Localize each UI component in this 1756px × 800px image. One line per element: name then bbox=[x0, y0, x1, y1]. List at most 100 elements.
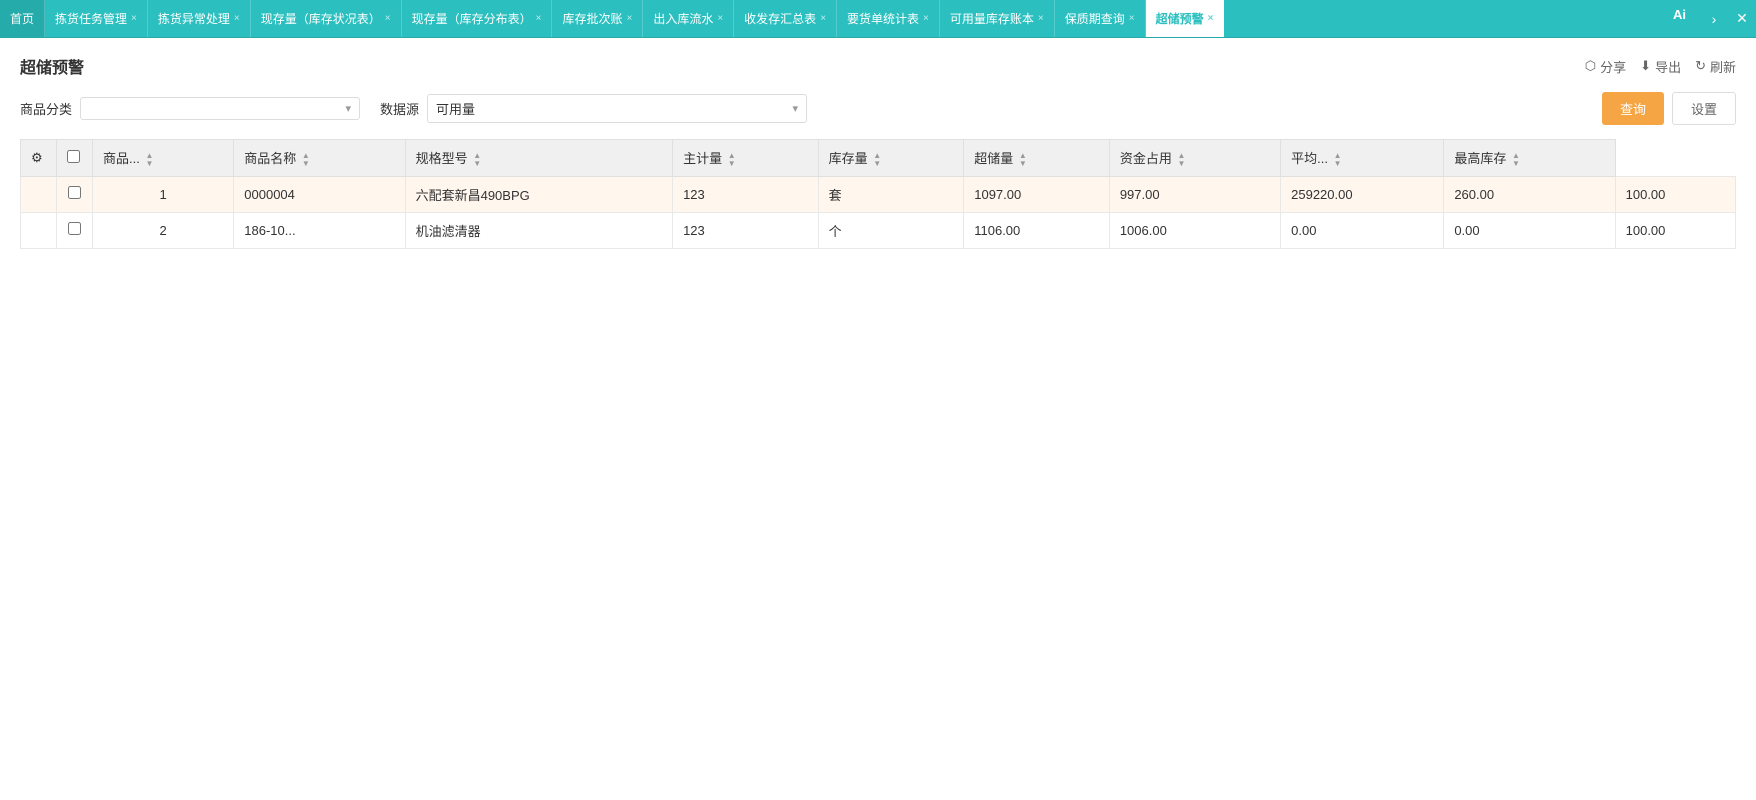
spec-model-cell: 123 bbox=[673, 212, 819, 248]
col-max-stock-label: 最高库存 bbox=[1454, 151, 1506, 166]
nav-close-button[interactable]: ✕ bbox=[1728, 0, 1756, 38]
nav-tab-label: 保质期查询 bbox=[1065, 10, 1125, 27]
settings-col-header: ⚙ bbox=[21, 140, 57, 177]
checkbox-cell bbox=[57, 212, 93, 248]
sort-icon-5: ▲▼ bbox=[873, 152, 881, 168]
refresh-icon: ↻ bbox=[1695, 58, 1706, 74]
tab-close-icon[interactable]: × bbox=[1129, 13, 1135, 24]
sort-icon-7: ▲▼ bbox=[1177, 152, 1185, 168]
col-stock-qty-label: 库存量 bbox=[829, 151, 868, 166]
share-icon: ⬡ bbox=[1585, 58, 1596, 74]
ai-badge: Ai bbox=[1663, 5, 1696, 24]
col-spec-model[interactable]: 规格型号 ▲▼ bbox=[405, 140, 672, 177]
tab-close-icon[interactable]: × bbox=[717, 13, 723, 24]
query-button[interactable]: 查询 bbox=[1602, 92, 1664, 125]
nav-tab-8[interactable]: 要货单统计表 × bbox=[837, 0, 940, 38]
over-storage-cell: 1006.00 bbox=[1109, 212, 1280, 248]
tab-close-icon[interactable]: × bbox=[1208, 13, 1214, 24]
nav-next-button[interactable]: › bbox=[1700, 0, 1728, 38]
share-button[interactable]: ⬡ 分享 bbox=[1585, 57, 1626, 76]
stock-qty-cell: 1097.00 bbox=[964, 176, 1110, 212]
col-over-storage-label: 超储量 bbox=[974, 151, 1013, 166]
nav-tab-label: 可用量库存账本 bbox=[950, 10, 1034, 27]
page-header: 超储预警 ⬡ 分享 ⬇ 导出 ↻ 刷新 bbox=[20, 54, 1736, 78]
chevron-down-icon: ▾ bbox=[345, 102, 351, 115]
tab-close-icon[interactable]: × bbox=[234, 13, 240, 24]
nav-tab-6[interactable]: 出入库流水 × bbox=[643, 0, 734, 38]
nav-tab-3[interactable]: 现存量（库存状况表） × bbox=[251, 0, 402, 38]
checkbox-cell bbox=[57, 176, 93, 212]
tab-close-icon[interactable]: × bbox=[131, 13, 137, 24]
capital-use-cell: 0.00 bbox=[1281, 212, 1444, 248]
select-all-checkbox[interactable] bbox=[67, 150, 80, 163]
top-nav: 首页拣货任务管理 ×拣货异常处理 ×现存量（库存状况表） ×现存量（库存分布表）… bbox=[0, 0, 1756, 38]
table-row: 2186-10...机油滤清器123个1106.001006.000.000.0… bbox=[21, 212, 1736, 248]
nav-tab-label: 首页 bbox=[10, 10, 34, 27]
table-header-row: ⚙ 商品... ▲▼ 商品名称 ▲▼ 规格型号 ▲▼ 主计 bbox=[21, 140, 1736, 177]
nav-tab-4[interactable]: 现存量（库存分布表） × bbox=[402, 0, 553, 38]
col-product-name[interactable]: 商品名称 ▲▼ bbox=[234, 140, 405, 177]
stock-qty-cell: 1106.00 bbox=[964, 212, 1110, 248]
col-capital-use[interactable]: 资金占用 ▲▼ bbox=[1109, 140, 1280, 177]
nav-tab-2[interactable]: 拣货异常处理 × bbox=[148, 0, 251, 38]
avg-cell: 0.00 bbox=[1444, 212, 1615, 248]
col-avg[interactable]: 平均... ▲▼ bbox=[1281, 140, 1444, 177]
data-source-filter: 数据源 可用量 ▾ bbox=[380, 94, 807, 123]
settings-cell bbox=[21, 212, 57, 248]
nav-tab-5[interactable]: 库存批次账 × bbox=[552, 0, 643, 38]
col-spec-model-label: 规格型号 bbox=[416, 151, 468, 166]
product-category-select[interactable]: ▾ bbox=[80, 97, 360, 120]
col-main-unit[interactable]: 主计量 ▲▼ bbox=[673, 140, 819, 177]
nav-tab-label: 现存量（库存状况表） bbox=[261, 10, 381, 27]
data-source-label: 数据源 bbox=[380, 99, 419, 118]
data-source-select[interactable]: 可用量 ▾ bbox=[427, 94, 807, 123]
nav-tab-7[interactable]: 收发存汇总表 × bbox=[734, 0, 837, 38]
sort-icon-8: ▲▼ bbox=[1334, 152, 1342, 168]
checkbox-col-header bbox=[57, 140, 93, 177]
col-stock-qty[interactable]: 库存量 ▲▼ bbox=[818, 140, 964, 177]
avg-cell: 260.00 bbox=[1444, 176, 1615, 212]
gear-icon[interactable]: ⚙ bbox=[31, 150, 43, 165]
product-name-cell: 机油滤清器 bbox=[405, 212, 672, 248]
max-stock-cell: 100.00 bbox=[1615, 212, 1735, 248]
page-title: 超储预警 bbox=[20, 54, 84, 78]
nav-tab-11[interactable]: 超储预警 × bbox=[1146, 0, 1225, 38]
filter-actions: 查询 设置 bbox=[1602, 92, 1736, 125]
export-button[interactable]: ⬇ 导出 bbox=[1640, 57, 1681, 76]
max-stock-cell: 100.00 bbox=[1615, 176, 1735, 212]
row-num-cell: 1 bbox=[93, 176, 234, 212]
sort-icon-2: ▲▼ bbox=[302, 152, 310, 168]
tab-close-icon[interactable]: × bbox=[385, 13, 391, 24]
nav-tab-label: 拣货异常处理 bbox=[158, 10, 230, 27]
data-source-value: 可用量 bbox=[436, 99, 475, 118]
row-checkbox[interactable] bbox=[68, 186, 81, 199]
product-code-cell: 0000004 bbox=[234, 176, 405, 212]
col-main-unit-label: 主计量 bbox=[683, 151, 722, 166]
settings-button[interactable]: 设置 bbox=[1672, 92, 1736, 125]
nav-tab-0[interactable]: 首页 bbox=[0, 0, 45, 38]
row-num-cell: 2 bbox=[93, 212, 234, 248]
nav-tab-9[interactable]: 可用量库存账本 × bbox=[940, 0, 1055, 38]
nav-tab-1[interactable]: 拣货任务管理 × bbox=[45, 0, 148, 38]
col-product-code[interactable]: 商品... ▲▼ bbox=[93, 140, 234, 177]
col-avg-label: 平均... bbox=[1291, 151, 1328, 166]
row-checkbox[interactable] bbox=[68, 222, 81, 235]
nav-tab-label: 出入库流水 bbox=[653, 10, 713, 27]
tab-close-icon[interactable]: × bbox=[820, 13, 826, 24]
page-content: 超储预警 ⬡ 分享 ⬇ 导出 ↻ 刷新 商品分类 ▾ 数据源 bbox=[0, 38, 1756, 800]
nav-tab-label: 收发存汇总表 bbox=[744, 10, 816, 27]
main-unit-cell: 个 bbox=[818, 212, 964, 248]
tab-close-icon[interactable]: × bbox=[626, 13, 632, 24]
col-over-storage[interactable]: 超储量 ▲▼ bbox=[964, 140, 1110, 177]
main-unit-cell: 套 bbox=[818, 176, 964, 212]
tab-close-icon[interactable]: × bbox=[536, 13, 542, 24]
filter-row: 商品分类 ▾ 数据源 可用量 ▾ 查询 设置 bbox=[20, 92, 1736, 125]
col-product-name-label: 商品名称 bbox=[244, 151, 296, 166]
col-max-stock[interactable]: 最高库存 ▲▼ bbox=[1444, 140, 1615, 177]
nav-tab-label: 现存量（库存分布表） bbox=[412, 10, 532, 27]
tab-close-icon[interactable]: × bbox=[1038, 13, 1044, 24]
tab-close-icon[interactable]: × bbox=[923, 13, 929, 24]
refresh-button[interactable]: ↻ 刷新 bbox=[1695, 57, 1736, 76]
table-row: 10000004六配套新昌490BPG123套1097.00997.002592… bbox=[21, 176, 1736, 212]
nav-tab-10[interactable]: 保质期查询 × bbox=[1055, 0, 1146, 38]
